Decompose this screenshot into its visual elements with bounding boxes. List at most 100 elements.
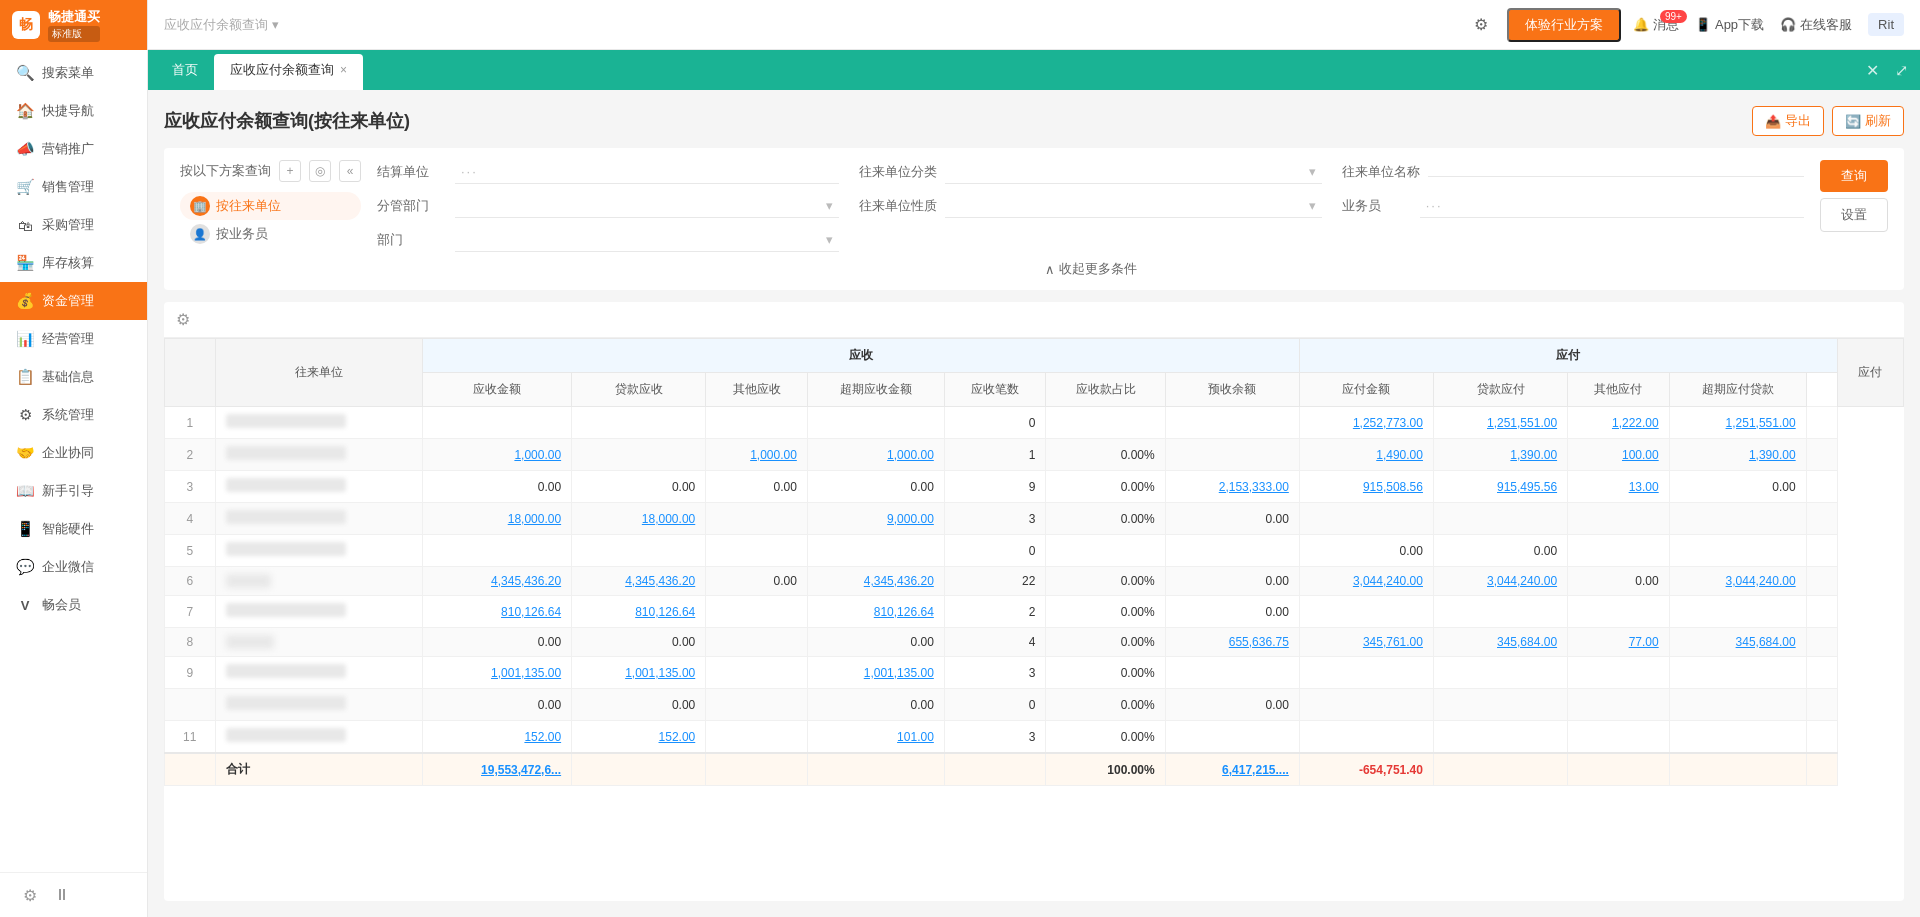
partner-name-cell (215, 407, 423, 439)
filter-collapse-row: ∧ 收起更多条件 (377, 260, 1804, 278)
bag-icon: 🛍 (16, 216, 34, 234)
sidebar-item-basic-info[interactable]: 📋 基础信息 (0, 358, 147, 396)
settlement-unit-input[interactable]: ··· (455, 160, 839, 184)
export-icon: 📤 (1765, 114, 1781, 129)
message-button[interactable]: 🔔 消息 99+ (1633, 16, 1679, 34)
partner-category-input[interactable]: ▾ (945, 160, 1321, 184)
query-scheme-panel: 按以下方案查询 + ◎ « 🏢 按往来单位 👤 按业务员 (180, 160, 361, 248)
sidebar-item-search-menu[interactable]: 🔍 搜索菜单 (0, 54, 147, 92)
sidebar-collapse-button[interactable]: ⏸ (48, 881, 76, 909)
query-button[interactable]: 查询 (1820, 160, 1888, 192)
user-info-button[interactable]: Rit (1868, 13, 1904, 36)
dept-input[interactable]: ▾ (455, 228, 839, 252)
receivable-table: 往来单位 应收 应付 应付 应收金额 贷款应收 其他应收 超期应收金额 应收笔数… (164, 338, 1904, 786)
sidebar-item-capital[interactable]: 💰 资金管理 (0, 282, 147, 320)
table-row: 8P0.000.000.0040.00%655,636.75345,761.00… (165, 628, 1904, 657)
refresh-icon: 🔄 (1845, 114, 1861, 129)
store-icon: 🏪 (16, 254, 34, 272)
filter-by-staff[interactable]: 👤 按业务员 (180, 220, 361, 248)
promo-button[interactable]: 体验行业方案 (1507, 8, 1621, 42)
partner-category-field: 往来单位分类 ▾ (859, 160, 1321, 184)
salesperson-field: 业务员 ··· (1342, 194, 1804, 218)
sidebar-item-sales[interactable]: 🛒 销售管理 (0, 168, 147, 206)
filter-collapse-button[interactable]: ∧ 收起更多条件 (1045, 260, 1137, 278)
sidebar-item-smart-hw[interactable]: 📱 智能硬件 (0, 510, 147, 548)
app-icon: 📱 (1695, 17, 1711, 32)
partner-name-cell: P (215, 628, 423, 657)
tab-home[interactable]: 首页 (156, 50, 214, 90)
scheme-settings-button[interactable]: ◎ (309, 160, 331, 182)
partner-name-cell: ^ (215, 567, 423, 596)
scheme-collapse-button[interactable]: « (339, 160, 361, 182)
online-service-button[interactable]: 🎧 在线客服 (1780, 16, 1852, 34)
clipboard-icon: 📋 (16, 368, 34, 386)
other-pay-header: 其他应付 (1568, 373, 1670, 407)
sidebar-item-enterprise[interactable]: 🤝 企业协同 (0, 434, 147, 472)
tab-close-icon[interactable]: × (340, 63, 347, 77)
recv-amount-header: 应收金额 (423, 373, 572, 407)
table-row: 21,000.001,000.001,000.0010.00%1,490.001… (165, 439, 1904, 471)
close-window-icon[interactable]: ✕ (1862, 57, 1883, 84)
tabs-controls: ✕ ⤢ (1862, 50, 1912, 90)
table-row: 101,252,773.001,251,551.001,222.001,251,… (165, 407, 1904, 439)
export-button[interactable]: 📤 导出 (1752, 106, 1824, 136)
sidebar-item-wechat[interactable]: 💬 企业微信 (0, 548, 147, 586)
sidebar: 畅 畅捷通买 标准版 🔍 搜索菜单 🏠 快捷导航 📣 营销推广 🛒 销售管理 🛍… (0, 0, 148, 917)
sidebar-item-purchase[interactable]: 🛍 采购管理 (0, 206, 147, 244)
partner-nature-input[interactable]: ▾ (945, 194, 1321, 218)
overdue-recv-header: 超期应收金额 (807, 373, 944, 407)
app-download-button[interactable]: 📱 App下载 (1695, 16, 1764, 34)
sidebar-item-marketing[interactable]: 📣 营销推广 (0, 130, 147, 168)
topbar-gear-button[interactable]: ⚙ (1467, 11, 1495, 39)
sidebar-item-business[interactable]: 📊 经营管理 (0, 320, 147, 358)
partner-name-cell (215, 471, 423, 503)
dropdown-arrow-icon: ▾ (1309, 198, 1316, 213)
total-recv-amount[interactable]: 19,553,472,6... (423, 753, 572, 786)
partner-name-input[interactable] (1428, 168, 1804, 177)
loan-recv-header: 贷款应收 (572, 373, 706, 407)
refresh-button[interactable]: 🔄 刷新 (1832, 106, 1904, 136)
sidebar-navigation: 🔍 搜索菜单 🏠 快捷导航 📣 营销推广 🛒 销售管理 🛍 采购管理 🏪 库存核… (0, 50, 147, 872)
set-button[interactable]: 设置 (1820, 198, 1888, 232)
prepay-balance-header: 预收余额 (1165, 373, 1299, 407)
total-prepay-balance[interactable]: 6,417,215.... (1165, 753, 1299, 786)
dept-manager-input[interactable]: ▾ (455, 194, 839, 218)
loan-pay-header: 贷款应付 (1433, 373, 1567, 407)
dropdown-arrow-icon: ▾ (826, 198, 833, 213)
vip-icon: V (16, 596, 34, 614)
sidebar-item-system[interactable]: ⚙ 系统管理 (0, 396, 147, 434)
search-icon: 🔍 (16, 64, 34, 82)
tab-receivable-query[interactable]: 应收应付余额查询 × (214, 54, 363, 90)
settlement-unit-field: 结算单位 ··· (377, 160, 839, 184)
sidebar-item-quick-nav[interactable]: 🏠 快捷导航 (0, 92, 147, 130)
partner-name-cell (215, 439, 423, 471)
tabs-bar: 首页 应收应付余额查询 × ✕ ⤢ (148, 50, 1920, 90)
salesperson-input[interactable]: ··· (1420, 194, 1804, 218)
sidebar-item-inventory[interactable]: 🏪 库存核算 (0, 244, 147, 282)
partner-name-field: 往来单位名称 (1342, 160, 1804, 184)
total-row: 合计 19,553,472,6... 100.00% 6,417,215....… (165, 753, 1904, 786)
home-icon: 🏠 (16, 102, 34, 120)
logo-text: 畅捷通买 标准版 (48, 8, 100, 42)
sidebar-item-member[interactable]: V 畅会员 (0, 586, 147, 624)
collapse-arrow-icon: ∧ (1045, 262, 1055, 277)
dropdown-arrow-icon: ▾ (1309, 164, 1316, 179)
sidebar-item-guide[interactable]: 📖 新手引导 (0, 472, 147, 510)
filter-area: 按以下方案查询 + ◎ « 🏢 按往来单位 👤 按业务员 (164, 148, 1904, 290)
recv-count-header: 应收笔数 (944, 373, 1046, 407)
fullscreen-icon[interactable]: ⤢ (1891, 57, 1912, 84)
query-scheme-header: 按以下方案查询 + ◎ « (180, 160, 361, 182)
table-toolbar: ⚙ (164, 302, 1904, 338)
add-scheme-button[interactable]: + (279, 160, 301, 182)
phone-icon: 📱 (16, 520, 34, 538)
filter-by-company[interactable]: 🏢 按往来单位 (180, 192, 361, 220)
dept-field: 部门 ▾ (377, 228, 839, 252)
sidebar-settings-button[interactable]: ⚙ (16, 881, 44, 909)
table-settings-icon[interactable]: ⚙ (176, 310, 190, 329)
topbar-breadcrumb: 应收应付余额查询 ▾ (164, 16, 1455, 34)
partner-col-header: 往来单位 (215, 339, 423, 407)
logo-icon: 畅 (12, 11, 40, 39)
staff-filter-icon: 👤 (190, 224, 210, 244)
receivable-group-header: 应收 (423, 339, 1300, 373)
partner-name-cell (215, 596, 423, 628)
